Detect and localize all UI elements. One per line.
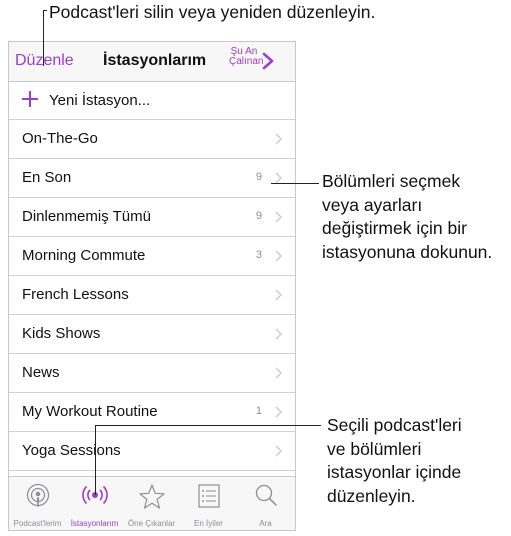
leader-line <box>271 183 319 184</box>
edit-button[interactable]: Düzenle <box>15 52 74 70</box>
star-icon <box>138 484 165 509</box>
app-screen: Düzenle İstasyonlarım Şu An Çalınan Yeni… <box>8 41 296 531</box>
callout-bottom-line: Seçili podcast'leri <box>327 415 462 435</box>
episode-count: 9 <box>255 210 262 222</box>
now-playing-label: Çalınan <box>229 56 264 67</box>
callout-bottom-line: istasyonlar içinde <box>327 462 462 482</box>
station-row[interactable]: French Lessons <box>9 276 295 315</box>
station-row[interactable]: On-The-Go <box>9 120 295 159</box>
list-icon <box>197 484 220 508</box>
podcast-icon <box>26 483 49 507</box>
callout-top: Podcast'leri silin veya yeniden düzenley… <box>49 2 376 22</box>
station-name: Morning Commute <box>22 247 146 264</box>
leader-line <box>43 10 44 66</box>
episode-count: 9 <box>255 171 262 183</box>
chevron-right-icon <box>275 211 282 223</box>
station-name: News <box>22 364 60 381</box>
station-row[interactable]: Morning Commute 3 <box>9 237 295 276</box>
station-list: Yeni İstasyon... On-The-Go En Son 9 Dinl… <box>9 82 295 471</box>
chevron-right-icon <box>275 289 282 301</box>
station-row[interactable]: News <box>9 354 295 393</box>
callout-middle: Bölümleri seçmek veya ayarları değiştirm… <box>322 170 492 264</box>
tab-search[interactable]: Ara <box>237 477 294 530</box>
callout-middle-line: Bölümleri seçmek <box>322 171 461 191</box>
station-row[interactable]: En Son 9 <box>9 159 295 198</box>
callout-bottom: Seçili podcast'leri ve bölümleri istasyo… <box>327 414 462 508</box>
new-station-label: Yeni İstasyon... <box>49 92 151 109</box>
callout-bottom-line: düzenleyin. <box>327 485 416 506</box>
chevron-right-icon <box>275 367 282 379</box>
chevron-right-icon <box>275 250 282 262</box>
leader-line <box>43 10 47 11</box>
episode-count: 1 <box>255 405 262 417</box>
callout-middle-line: istasyonuna dokunun. <box>322 241 493 262</box>
station-name: Kids Shows <box>22 325 101 342</box>
chevron-right-icon <box>275 445 282 457</box>
station-row[interactable]: Dinlenmemiş Tümü 9 <box>9 198 295 237</box>
station-row[interactable]: Kids Shows <box>9 315 295 354</box>
station-name: My Workout Routine <box>22 403 158 420</box>
page-title: İstasyonlarım <box>103 52 207 69</box>
leader-line <box>95 425 96 495</box>
new-station-row[interactable]: Yeni İstasyon... <box>9 82 295 120</box>
plus-icon <box>22 91 38 107</box>
station-name: French Lessons <box>22 286 129 303</box>
chevron-right-icon <box>275 406 282 418</box>
station-name: On-The-Go <box>22 130 98 147</box>
callout-middle-line: değiştirmek için bir <box>322 218 467 238</box>
station-name: En Son <box>22 169 72 186</box>
station-row[interactable]: My Workout Routine 1 <box>9 393 295 432</box>
chevron-right-icon[interactable] <box>260 52 276 70</box>
chevron-right-icon <box>275 328 282 340</box>
callout-middle-line: veya ayarları <box>322 194 423 215</box>
tab-label: Ara <box>259 519 272 528</box>
station-name: Yoga Sessions <box>22 442 121 459</box>
leader-line <box>95 425 321 426</box>
navigation-bar: Düzenle İstasyonlarım Şu An Çalınan <box>9 42 295 82</box>
callout-bottom-line: ve bölümleri <box>327 438 422 459</box>
now-playing-button[interactable]: Şu An Çalınan <box>229 47 264 67</box>
episode-count: 3 <box>255 249 262 261</box>
tab-bar: Podcast'lerim İstasyonlarım Öne Çıkanlar <box>9 476 295 530</box>
search-icon <box>255 484 277 506</box>
station-name: Dinlenmemiş Tümü <box>22 208 151 225</box>
station-row[interactable]: Yoga Sessions <box>9 432 295 471</box>
chevron-right-icon <box>275 133 282 145</box>
